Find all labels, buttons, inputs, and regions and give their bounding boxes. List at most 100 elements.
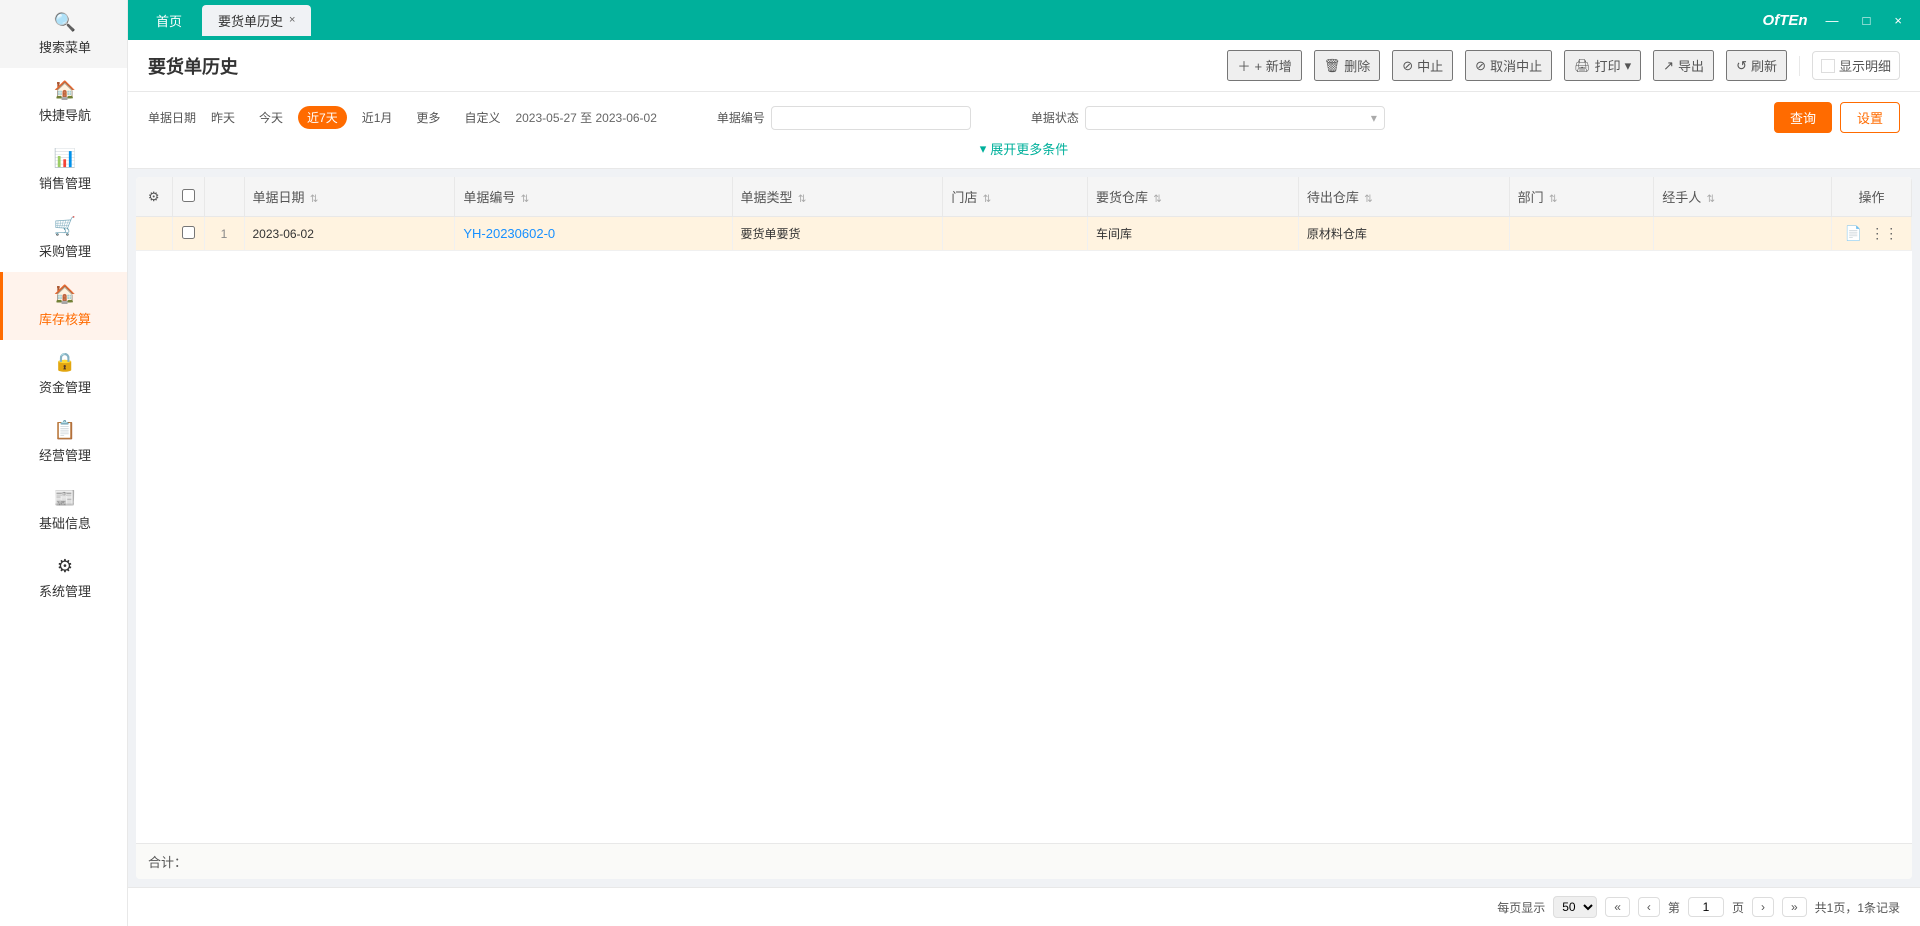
display-detail-button[interactable]: 显示明细 [1812, 51, 1900, 80]
sidebar-item-sales-mgmt[interactable]: 📊 销售管理 [0, 136, 127, 204]
prev-page-btn[interactable]: ‹ [1638, 897, 1660, 917]
window-close-btn[interactable]: × [1888, 13, 1908, 28]
row-num-cell: 1 [204, 217, 244, 251]
delete-button[interactable]: 🗑 删除 [1314, 50, 1381, 81]
th-dept[interactable]: 部门 ⇅ [1509, 177, 1654, 217]
sidebar-item-label: 库存核算 [39, 309, 91, 328]
sales-mgmt-icon: 📊 [54, 148, 76, 169]
th-store[interactable]: 门店 ⇅ [943, 177, 1088, 217]
suspend-icon: ⊘ [1402, 58, 1413, 74]
sidebar-item-label: 销售管理 [39, 173, 91, 192]
row-view-icon[interactable]: 📄 [1845, 225, 1862, 242]
tab-active[interactable]: 要货单历史 × [202, 5, 311, 36]
row-pending-warehouse-cell: 原材料仓库 [1298, 217, 1509, 251]
cancel-suspend-icon: ⊘ [1475, 58, 1486, 74]
date-btn-custom[interactable]: 自定义 [455, 106, 509, 129]
sidebar-item-inventory[interactable]: 🏠 库存核算 [0, 272, 127, 340]
date-btn-yesterday[interactable]: 昨天 [202, 106, 244, 129]
expand-more-label: 展开更多条件 [990, 139, 1068, 158]
date-btn-today[interactable]: 今天 [250, 106, 292, 129]
doc-status-label: 单据状态 [1031, 109, 1079, 126]
table-row: 1 2023-06-02 YH-20230602-0 要货单要货 车间库 原材料… [136, 217, 1912, 251]
th-docno[interactable]: 单据编号 ⇅ [455, 177, 732, 217]
date-btn-1month[interactable]: 近1月 [353, 106, 402, 129]
page-size-select[interactable]: 50 [1553, 896, 1597, 918]
doc-status-filter-group: 单据状态 ▾ [1031, 106, 1754, 130]
tab-home[interactable]: 首页 [140, 5, 198, 36]
divider [1799, 56, 1800, 76]
doc-status-input[interactable] [1085, 106, 1385, 130]
new-button[interactable]: ＋ + 新增 [1227, 50, 1301, 81]
print-button[interactable]: 🖨 打印 ▾ [1564, 50, 1641, 81]
sort-dept-icon: ⇅ [1549, 194, 1557, 205]
doc-number-input[interactable] [771, 106, 971, 130]
search-menu-icon: 🔍 [54, 12, 76, 33]
sort-store-icon: ⇅ [983, 194, 991, 205]
row-more-icon[interactable]: ⋮⋮ [1870, 225, 1898, 242]
sidebar-item-ops-mgmt[interactable]: 📋 经营管理 [0, 408, 127, 476]
suspend-button[interactable]: ⊘ 中止 [1392, 50, 1453, 81]
refresh-button[interactable]: ↺ 刷新 [1726, 50, 1787, 81]
doc-status-dropdown-icon: ▾ [1371, 111, 1377, 125]
first-page-btn[interactable]: « [1605, 897, 1630, 917]
inventory-icon: 🏠 [54, 284, 76, 305]
window-minimize-btn[interactable]: — [1820, 13, 1845, 28]
th-handler[interactable]: 经手人 ⇅ [1654, 177, 1832, 217]
refresh-icon: ↺ [1736, 58, 1747, 74]
row-checkbox-cell[interactable] [172, 217, 204, 251]
row-action-cell: 📄 ⋮⋮ [1832, 217, 1912, 251]
th-req-warehouse[interactable]: 要货仓库 ⇅ [1087, 177, 1298, 217]
page-number-input[interactable] [1688, 897, 1724, 917]
row-handler-cell [1654, 217, 1832, 251]
th-doctype[interactable]: 单据类型 ⇅ [732, 177, 943, 217]
th-settings[interactable]: ⚙ [136, 177, 172, 217]
sidebar-item-label: 快捷导航 [39, 105, 91, 124]
sidebar-item-purchase-mgmt[interactable]: 🛒 采购管理 [0, 204, 127, 272]
th-date[interactable]: 单据日期 ⇅ [244, 177, 455, 217]
row-docno-link[interactable]: YH-20230602-0 [463, 226, 555, 241]
cancel-suspend-button[interactable]: ⊘ 取消中止 [1465, 50, 1552, 81]
sidebar-item-label: 资金管理 [39, 377, 91, 396]
sidebar-item-finance-mgmt[interactable]: 🔒 资金管理 [0, 340, 127, 408]
date-filter-group: 单据日期 昨天 今天 近7天 近1月 更多 自定义 2023-05-27 至 2… [148, 106, 657, 129]
sidebar-item-label: 经营管理 [39, 445, 91, 464]
action-buttons: 查询 设置 [1774, 102, 1900, 133]
date-filter-label: 单据日期 [148, 109, 196, 126]
sort-req-warehouse-icon: ⇅ [1153, 194, 1161, 205]
pagination-bar: 每页显示 50 « ‹ 第 页 › » 共1页，1条记录 [128, 887, 1920, 926]
sidebar: 🔍 搜索菜单 🏠 快捷导航 📊 销售管理 🛒 采购管理 🏠 库存核算 🔒 资金管… [0, 0, 128, 926]
row-settings-cell[interactable] [136, 217, 172, 251]
table-scroll[interactable]: ⚙ 单据日期 ⇅ 单据编号 [136, 177, 1912, 843]
expand-more-btn[interactable]: ▾ 展开更多条件 [148, 139, 1900, 158]
th-checkbox[interactable] [172, 177, 204, 217]
sidebar-item-quick-nav[interactable]: 🏠 快捷导航 [0, 68, 127, 136]
next-page-btn[interactable]: › [1752, 897, 1774, 917]
purchase-mgmt-icon: 🛒 [54, 216, 76, 237]
filter-row-1: 单据日期 昨天 今天 近7天 近1月 更多 自定义 2023-05-27 至 2… [148, 102, 1900, 133]
row-docno-cell[interactable]: YH-20230602-0 [455, 217, 732, 251]
query-button[interactable]: 查询 [1774, 102, 1832, 133]
date-btn-more[interactable]: 更多 [407, 106, 449, 129]
sidebar-item-sys-mgmt[interactable]: ⚙ 系统管理 [0, 544, 127, 612]
page-size-label: 每页显示 [1497, 899, 1545, 916]
sidebar-item-basic-info[interactable]: 📰 基础信息 [0, 476, 127, 544]
export-button[interactable]: ↗ 导出 [1653, 50, 1714, 81]
page-goto-label: 第 [1668, 899, 1680, 916]
select-all-checkbox[interactable] [182, 189, 195, 202]
new-icon: ＋ [1237, 56, 1250, 75]
sort-docno-icon: ⇅ [521, 194, 529, 205]
date-btn-7days[interactable]: 近7天 [298, 106, 347, 129]
doc-number-label: 单据编号 [717, 109, 765, 126]
filter-bar: 单据日期 昨天 今天 近7天 近1月 更多 自定义 2023-05-27 至 2… [128, 92, 1920, 169]
settings-button[interactable]: 设置 [1840, 102, 1900, 133]
export-icon: ↗ [1663, 58, 1674, 74]
th-pending-warehouse[interactable]: 待出仓库 ⇅ [1298, 177, 1509, 217]
basic-info-icon: 📰 [54, 488, 76, 509]
row-req-warehouse-cell: 车间库 [1087, 217, 1298, 251]
window-maximize-btn[interactable]: □ [1857, 13, 1877, 28]
row-checkbox[interactable] [182, 226, 195, 239]
last-page-btn[interactable]: » [1782, 897, 1807, 917]
tab-close-icon[interactable]: × [289, 14, 295, 26]
sys-mgmt-icon: ⚙ [57, 556, 73, 577]
sidebar-item-search-menu[interactable]: 🔍 搜索菜单 [0, 0, 127, 68]
